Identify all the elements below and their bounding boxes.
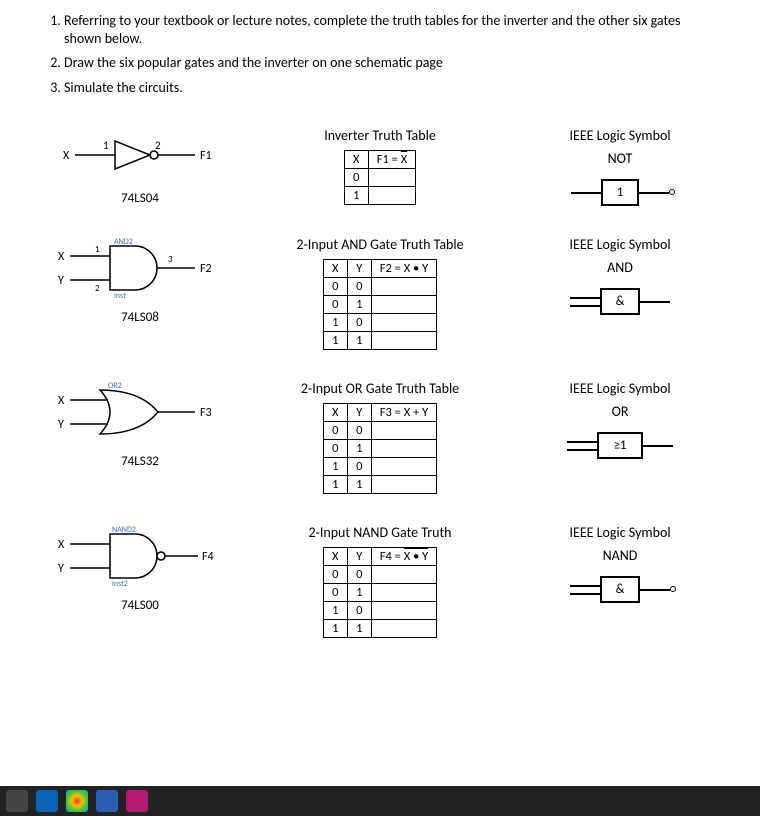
and-table: XYF2 = X • Y 00 01 10 11 — [323, 259, 437, 350]
svg-text:inst2: inst2 — [112, 579, 128, 589]
inverter-schematic: X 1 2 F1 74LS04 — [40, 127, 240, 206]
pin-1: 1 — [103, 139, 109, 152]
svg-text:2: 2 — [95, 283, 100, 294]
ieee-title: IEEE Logic Symbol — [520, 524, 720, 541]
ieee-sub: NOT — [520, 150, 720, 167]
pin-2: 2 — [155, 139, 161, 152]
or-truth-table: 2-Input OR Gate Truth Table XYF3 = X + Y… — [250, 380, 510, 494]
inverter-row: X 1 2 F1 74LS04 Inverter Truth Table XF1… — [40, 127, 720, 206]
svg-text:AND2: AND2 — [114, 237, 133, 247]
table-title: Inverter Truth Table — [250, 127, 510, 144]
and-truth-table: 2-Input AND Gate Truth Table XYF2 = X • … — [250, 236, 510, 350]
ieee-title: IEEE Logic Symbol — [520, 127, 720, 144]
svg-text:X: X — [58, 538, 65, 552]
or-row: X Y OR2 F3 74LS32 2-Input OR Gate Truth … — [40, 380, 720, 494]
svg-text:Y: Y — [58, 418, 64, 432]
inversion-bubble-icon — [670, 586, 676, 592]
or-ieee: IEEE Logic Symbol OR ≥1 — [520, 380, 720, 459]
output-f1: F1 — [200, 149, 212, 163]
ieee-sub: NAND — [520, 547, 720, 564]
table-title: 2-Input AND Gate Truth Table — [250, 236, 510, 253]
inverter-ieee: IEEE Logic Symbol NOT 1 — [520, 127, 720, 206]
nand-gate-icon: X Y NAND2 inst2 F4 — [50, 524, 230, 594]
ieee-not-symbol: 1 — [601, 179, 640, 206]
taskbar-folder-icon[interactable] — [36, 790, 58, 812]
table-title: 2-Input NAND Gate Truth — [250, 524, 510, 541]
ieee-and-symbol: & — [600, 288, 641, 315]
svg-text:F3: F3 — [200, 406, 212, 420]
svg-text:OR2: OR2 — [108, 381, 122, 391]
ieee-sub: AND — [520, 259, 720, 276]
chip-label: 74LS32 — [40, 454, 240, 469]
svg-text:F4: F4 — [202, 550, 214, 564]
ieee-nand-symbol: & — [600, 576, 641, 603]
ieee-or-symbol: ≥1 — [597, 432, 642, 459]
and-row: X Y 1 2 AND2 inst 3 F2 74LS08 2-Input AN… — [40, 236, 720, 350]
ieee-title: IEEE Logic Symbol — [520, 236, 720, 253]
svg-text:NAND2: NAND2 — [112, 525, 136, 535]
nand-schematic: X Y NAND2 inst2 F4 74LS00 — [40, 524, 240, 613]
inverter-table: XF1 = X 0 1 — [344, 150, 416, 205]
or-table: XYF3 = X + Y 00 01 10 11 — [323, 403, 437, 494]
taskbar-chrome-icon[interactable] — [66, 790, 88, 812]
nand-table: XYF4 = X • Y 00 01 10 11 — [323, 547, 437, 638]
table-title: 2-Input OR Gate Truth Table — [250, 380, 510, 397]
inverter-truth-table: Inverter Truth Table XF1 = X 0 1 — [250, 127, 510, 205]
taskbar-start-icon[interactable] — [6, 790, 28, 812]
and-ieee: IEEE Logic Symbol AND & — [520, 236, 720, 315]
or-schematic: X Y OR2 F3 74LS32 — [40, 380, 240, 469]
svg-text:1: 1 — [95, 244, 100, 255]
taskbar-app-icon[interactable] — [126, 790, 148, 812]
svg-text:X: X — [58, 394, 65, 408]
ieee-sub: OR — [520, 403, 720, 420]
svg-text:Y: Y — [58, 274, 64, 288]
windows-taskbar[interactable] — [0, 786, 760, 816]
svg-text:Y: Y — [58, 562, 64, 576]
question-2: Draw the six popular gates and the inver… — [64, 54, 720, 72]
nand-truth-table: 2-Input NAND Gate Truth XYF4 = X • Y 00 … — [250, 524, 510, 638]
svg-text:3: 3 — [168, 254, 173, 265]
chip-label: 74LS00 — [40, 598, 240, 613]
question-3: Simulate the circuits. — [64, 79, 720, 97]
svg-text:inst: inst — [114, 291, 126, 301]
taskbar-app-icon[interactable] — [96, 790, 118, 812]
svg-text:F2: F2 — [200, 262, 212, 276]
question-1: Referring to your textbook or lecture no… — [64, 12, 720, 48]
chip-label: 74LS04 — [40, 191, 240, 206]
svg-text:X: X — [58, 250, 65, 264]
and-gate-icon: X Y 1 2 AND2 inst 3 F2 — [50, 236, 230, 306]
nand-row: X Y NAND2 inst2 F4 74LS00 2-Input NAND G… — [40, 524, 720, 638]
and-schematic: X Y 1 2 AND2 inst 3 F2 74LS08 — [40, 236, 240, 325]
chip-label: 74LS08 — [40, 310, 240, 325]
inversion-bubble-icon — [669, 189, 675, 195]
not-gate-icon: X 1 2 F1 — [55, 127, 225, 187]
ieee-title: IEEE Logic Symbol — [520, 380, 720, 397]
input-x-label: X — [63, 149, 70, 163]
question-list: Referring to your textbook or lecture no… — [40, 12, 720, 97]
nand-ieee: IEEE Logic Symbol NAND & — [520, 524, 720, 603]
or-gate-icon: X Y OR2 F3 — [50, 380, 230, 450]
